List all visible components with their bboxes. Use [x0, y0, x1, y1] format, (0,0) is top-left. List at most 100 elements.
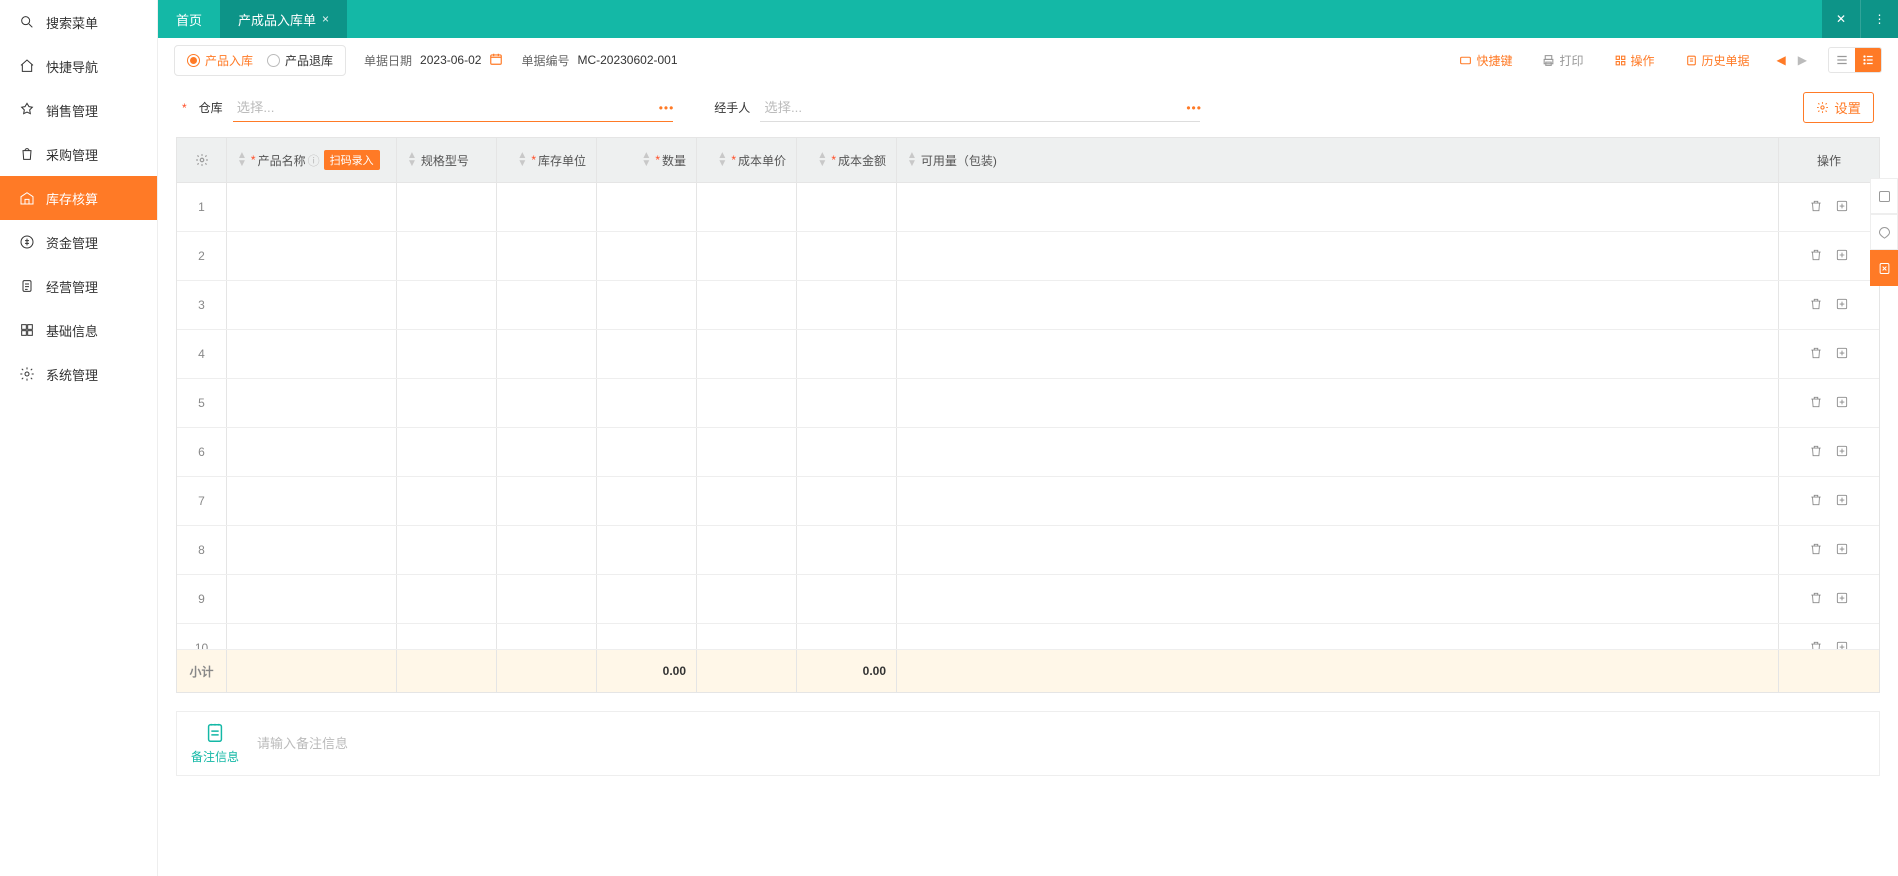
table-row[interactable]: 3 — [177, 281, 1879, 330]
table-row[interactable]: 10 — [177, 624, 1879, 649]
sidebar: 搜索菜单快捷导航销售管理采购管理库存核算资金管理经营管理基础信息系统管理 — [0, 0, 158, 876]
help-icon[interactable]: ⓘ — [308, 152, 320, 169]
float-tabs — [1870, 178, 1898, 286]
view-detail[interactable] — [1855, 48, 1881, 72]
add-row-icon[interactable] — [1835, 346, 1849, 363]
notes-input[interactable] — [257, 736, 1865, 751]
close-icon[interactable]: × — [322, 12, 329, 26]
add-row-icon[interactable] — [1835, 493, 1849, 510]
float-tab-1[interactable] — [1870, 178, 1898, 214]
table-row[interactable]: 2 — [177, 232, 1879, 281]
handler-input[interactable] — [760, 94, 1200, 122]
sidebar-item-label: 资金管理 — [46, 233, 98, 252]
table-row[interactable]: 9 — [177, 575, 1879, 624]
warehouse-icon — [18, 189, 36, 207]
col-spec[interactable]: ▲▼规格型号 — [397, 138, 497, 182]
subtotal-amount: 0.00 — [797, 650, 897, 692]
history-button[interactable]: 历史单据 — [1679, 52, 1756, 69]
delete-row-icon[interactable] — [1809, 542, 1823, 559]
table-row[interactable]: 4 — [177, 330, 1879, 379]
topbar-close-button[interactable]: ✕ — [1822, 0, 1860, 38]
sidebar-item-5[interactable]: 资金管理 — [0, 220, 157, 264]
view-toggle — [1828, 47, 1882, 73]
add-row-icon[interactable] — [1835, 248, 1849, 265]
doc-number: 单据编号 MC-20230602-001 — [521, 52, 677, 69]
product-table: ▲▼*产品名称ⓘ 扫码录入 ▲▼规格型号 ▲▼*库存单位 ▲▼*数量 ▲▼*成本… — [176, 137, 1880, 693]
delete-row-icon[interactable] — [1809, 297, 1823, 314]
delete-row-icon[interactable] — [1809, 346, 1823, 363]
tab-home[interactable]: 首页 — [158, 0, 220, 38]
warehouse-more-icon[interactable]: ••• — [659, 101, 675, 115]
table-row[interactable]: 5 — [177, 379, 1879, 428]
warehouse-field: *仓库 ••• — [182, 94, 674, 122]
sidebar-item-1[interactable]: 快捷导航 — [0, 44, 157, 88]
table-row[interactable]: 8 — [177, 526, 1879, 575]
clipboard-icon — [18, 277, 36, 295]
delete-row-icon[interactable] — [1809, 444, 1823, 461]
table-footer: 小计 0.00 0.00 — [177, 649, 1879, 692]
home-icon — [18, 57, 36, 75]
radio-product-out[interactable]: 产品退库 — [267, 52, 333, 69]
col-avail[interactable]: ▲▼可用量（包装) — [897, 138, 1779, 182]
col-unit[interactable]: ▲▼*库存单位 — [497, 138, 597, 182]
topbar-more-button[interactable]: ⋮ — [1860, 0, 1898, 38]
table-header: ▲▼*产品名称ⓘ 扫码录入 ▲▼规格型号 ▲▼*库存单位 ▲▼*数量 ▲▼*成本… — [177, 138, 1879, 183]
next-arrow-icon[interactable]: ▶ — [1795, 53, 1810, 67]
money-icon — [18, 233, 36, 251]
sidebar-item-2[interactable]: 销售管理 — [0, 88, 157, 132]
float-tab-3[interactable] — [1870, 250, 1898, 286]
radio-product-in[interactable]: 产品入库 — [187, 52, 253, 69]
sidebar-item-label: 采购管理 — [46, 145, 98, 164]
sidebar-item-7[interactable]: 基础信息 — [0, 308, 157, 352]
sidebar-item-0[interactable]: 搜索菜单 — [0, 0, 157, 44]
sidebar-item-6[interactable]: 经营管理 — [0, 264, 157, 308]
table-row[interactable]: 7 — [177, 477, 1879, 526]
col-price[interactable]: ▲▼*成本单价 — [697, 138, 797, 182]
col-amount[interactable]: ▲▼*成本金额 — [797, 138, 897, 182]
radio-group: 产品入库 产品退库 — [174, 45, 346, 76]
col-product-name[interactable]: ▲▼*产品名称ⓘ 扫码录入 — [227, 138, 397, 182]
sidebar-item-label: 快捷导航 — [46, 57, 98, 76]
add-row-icon[interactable] — [1835, 542, 1849, 559]
print-button[interactable]: 打印 — [1536, 52, 1589, 69]
delete-row-icon[interactable] — [1809, 248, 1823, 265]
delete-row-icon[interactable] — [1809, 493, 1823, 510]
delete-row-icon[interactable] — [1809, 591, 1823, 608]
add-row-icon[interactable] — [1835, 640, 1849, 650]
sidebar-item-3[interactable]: 采购管理 — [0, 132, 157, 176]
prev-arrow-icon[interactable]: ◀ — [1774, 53, 1789, 67]
handler-more-icon[interactable]: ••• — [1186, 101, 1202, 115]
col-ops: 操作 — [1779, 138, 1879, 182]
sidebar-item-label: 经营管理 — [46, 277, 98, 296]
delete-row-icon[interactable] — [1809, 199, 1823, 216]
sidebar-item-4[interactable]: 库存核算 — [0, 176, 157, 220]
table-row[interactable]: 1 — [177, 183, 1879, 232]
add-row-icon[interactable] — [1835, 591, 1849, 608]
add-row-icon[interactable] — [1835, 395, 1849, 412]
doc-date[interactable]: 单据日期 2023-06-02 — [364, 52, 503, 69]
grid-icon — [18, 321, 36, 339]
settings-button[interactable]: 设置 — [1803, 92, 1874, 123]
col-gear[interactable] — [177, 138, 227, 182]
warehouse-input[interactable] — [233, 94, 673, 122]
view-compact[interactable] — [1829, 48, 1855, 72]
delete-row-icon[interactable] — [1809, 640, 1823, 650]
delete-row-icon[interactable] — [1809, 395, 1823, 412]
tab-current[interactable]: 产成品入库单× — [220, 0, 347, 38]
add-row-icon[interactable] — [1835, 199, 1849, 216]
nav-arrows: ◀ ▶ — [1774, 53, 1810, 67]
notes-icon: 备注信息 — [191, 722, 239, 765]
operate-button[interactable]: 操作 — [1608, 52, 1661, 69]
sidebar-item-8[interactable]: 系统管理 — [0, 352, 157, 396]
sidebar-item-label: 销售管理 — [46, 101, 98, 120]
search-icon — [18, 13, 36, 31]
shortcut-button[interactable]: 快捷键 — [1453, 52, 1518, 69]
scan-tag[interactable]: 扫码录入 — [324, 150, 380, 170]
col-qty[interactable]: ▲▼*数量 — [597, 138, 697, 182]
topbar: 首页 产成品入库单× ✕ ⋮ — [158, 0, 1898, 38]
add-row-icon[interactable] — [1835, 444, 1849, 461]
float-tab-2[interactable] — [1870, 214, 1898, 250]
add-row-icon[interactable] — [1835, 297, 1849, 314]
table-row[interactable]: 6 — [177, 428, 1879, 477]
sidebar-item-label: 搜索菜单 — [46, 13, 98, 32]
